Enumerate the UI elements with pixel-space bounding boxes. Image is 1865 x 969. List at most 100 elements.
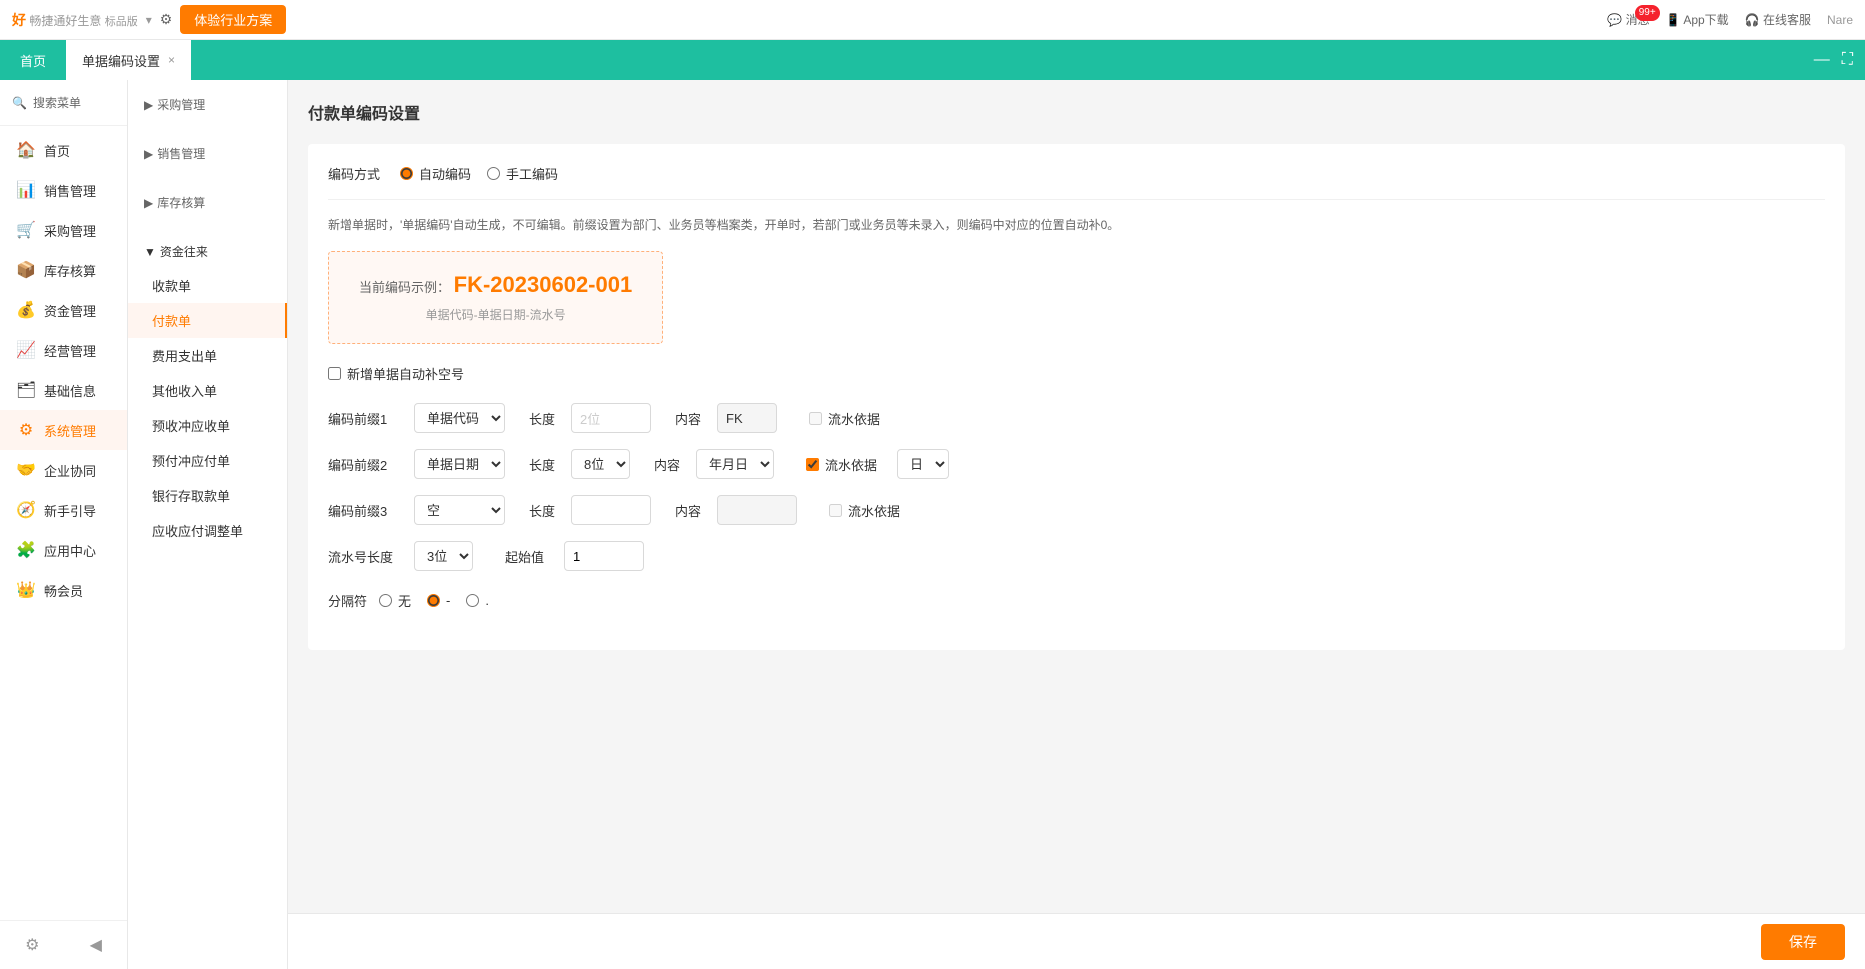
prefix2-serial-follow[interactable]: 流水依据 bbox=[806, 455, 877, 474]
app-icon: 📱 bbox=[1666, 13, 1681, 27]
second-nav-item-feiyong[interactable]: 费用支出单 bbox=[128, 338, 287, 373]
auto-fill-row[interactable]: 新增单据自动补空号 bbox=[328, 364, 1825, 383]
sidebar-item-label: 应用中心 bbox=[44, 541, 96, 560]
second-nav-item-yingshou[interactable]: 应收应付调整单 bbox=[128, 513, 287, 548]
footer: 保存 bbox=[288, 913, 1865, 969]
sidebar-item-inventory[interactable]: 📦 库存核算 bbox=[0, 250, 127, 290]
basic-icon: 🗂 bbox=[16, 380, 36, 400]
sidebar-item-basic[interactable]: 🗂 基础信息 bbox=[0, 370, 127, 410]
second-nav-item-yushou[interactable]: 预收冲应收单 bbox=[128, 408, 287, 443]
main-layout: 🔍 搜索菜单 🏠 首页 📊 销售管理 🛒 采购管理 📦 库存核算 💰 bbox=[0, 80, 1865, 969]
system-icon: ⚙ bbox=[16, 420, 36, 440]
sidebar-item-label: 库存核算 bbox=[44, 261, 96, 280]
collapse-icon[interactable]: ◀ bbox=[84, 929, 108, 961]
message-badge-wrap[interactable]: 💬 消息 99+ bbox=[1607, 11, 1649, 28]
enterprise-icon: 🤝 bbox=[16, 460, 36, 480]
sidebar-item-purchase[interactable]: 🛒 采购管理 bbox=[0, 210, 127, 250]
prefix2-serial-label: 流水依据 bbox=[825, 455, 877, 474]
start-value-input[interactable] bbox=[564, 541, 644, 571]
sidebar-item-home[interactable]: 🏠 首页 bbox=[0, 130, 127, 170]
sidebar-item-label: 资金管理 bbox=[44, 301, 96, 320]
encoding-method-label: 编码方式 bbox=[328, 164, 380, 183]
prefix1-serial-label: 流水依据 bbox=[828, 409, 880, 428]
user-avatar[interactable]: Nare bbox=[1827, 13, 1853, 27]
industry-btn[interactable]: 体验行业方案 bbox=[180, 5, 286, 34]
manual-encode-option[interactable]: 手工编码 bbox=[487, 164, 558, 183]
save-button[interactable]: 保存 bbox=[1761, 924, 1845, 960]
sidebar-search[interactable]: 🔍 搜索菜单 bbox=[0, 88, 127, 117]
tab-close-btn[interactable]: × bbox=[168, 53, 175, 67]
auto-encode-label: 自动编码 bbox=[419, 164, 471, 183]
dropdown-arrow-icon[interactable]: ▾ bbox=[146, 13, 152, 27]
maximize-icon[interactable]: ⛶ bbox=[1842, 51, 1853, 69]
home-icon: 🏠 bbox=[16, 140, 36, 160]
start-value-label: 起始值 bbox=[505, 547, 544, 566]
content-label2: 内容 bbox=[654, 455, 680, 474]
group-finance-flow: ▼ 资金往来 收款单 付款单 费用支出单 其他收入单 预收冲应收单 预付冲应付单… bbox=[128, 227, 287, 556]
online-service[interactable]: 🎧 在线客服 bbox=[1745, 11, 1811, 28]
length-label3: 长度 bbox=[529, 501, 555, 520]
sidebar-item-vip[interactable]: 👑 畅会员 bbox=[0, 570, 127, 610]
separator-dot-option[interactable]: . bbox=[466, 593, 489, 608]
prefix1-content-display: FK bbox=[717, 403, 777, 433]
second-nav-item-yinhang[interactable]: 银行存取款单 bbox=[128, 478, 287, 513]
auto-encode-option[interactable]: 自动编码 bbox=[400, 164, 471, 183]
serial-length-select[interactable]: 3位 4位 5位 6位 bbox=[414, 541, 473, 571]
sidebar-item-guide[interactable]: 🧭 新手引导 bbox=[0, 490, 127, 530]
sidebar-item-label: 畅会员 bbox=[44, 581, 83, 600]
manual-encode-label: 手工编码 bbox=[506, 164, 558, 183]
prefix1-length-display: 2位 bbox=[571, 403, 651, 433]
group-inventory: ▶ 库存核算 bbox=[128, 178, 287, 227]
sidebar-item-label: 采购管理 bbox=[44, 221, 96, 240]
prefix2-select[interactable]: 单据日期 部门 业务员 空 bbox=[414, 449, 505, 479]
separator-dot-radio[interactable] bbox=[466, 594, 479, 607]
sidebar-item-system[interactable]: ⚙ 系统管理 bbox=[0, 410, 127, 450]
prefix2-length-select[interactable]: 8位 4位 6位 bbox=[571, 449, 630, 479]
sidebar-item-finance[interactable]: 💰 资金管理 bbox=[0, 290, 127, 330]
tab-active[interactable]: 单据编码设置 × bbox=[66, 40, 191, 80]
sidebar-item-label: 经营管理 bbox=[44, 341, 96, 360]
second-nav-item-yufu[interactable]: 预付冲应付单 bbox=[128, 443, 287, 478]
group-inventory-title[interactable]: ▶ 库存核算 bbox=[128, 186, 287, 219]
tab-home[interactable]: 首页 bbox=[0, 40, 66, 80]
sidebar-item-label: 销售管理 bbox=[44, 181, 96, 200]
separator-none-option[interactable]: 无 bbox=[379, 591, 411, 610]
settings-panel: 编码方式 自动编码 手工编码 新增单据时，'单据编码'自动生成，不可编辑。前缀设… bbox=[308, 144, 1845, 650]
prefix3-select[interactable]: 空 单据代码 部门 业务员 bbox=[414, 495, 505, 525]
settings-bottom-icon[interactable]: ⚙ bbox=[19, 929, 45, 961]
auto-fill-checkbox[interactable] bbox=[328, 367, 341, 380]
chevron-right-icon: ▶ bbox=[144, 147, 153, 161]
tabbar-right: — ⛶ bbox=[1814, 51, 1865, 69]
group-sales: ▶ 销售管理 bbox=[128, 129, 287, 178]
auto-encode-radio[interactable] bbox=[400, 167, 413, 180]
prefix2-period-select[interactable]: 日 月 年 bbox=[897, 449, 949, 479]
prefix1-select[interactable]: 单据代码 部门 业务员 空 bbox=[414, 403, 505, 433]
sidebar-item-sales[interactable]: 📊 销售管理 bbox=[0, 170, 127, 210]
headset-icon: 🎧 bbox=[1745, 13, 1760, 27]
sidebar-item-app-center[interactable]: 🧩 应用中心 bbox=[0, 530, 127, 570]
separator-dash-option[interactable]: - bbox=[427, 593, 450, 608]
prefix2-serial-checkbox[interactable] bbox=[806, 458, 819, 471]
manual-encode-radio[interactable] bbox=[487, 167, 500, 180]
prefix1-serial-follow[interactable]: 流水依据 bbox=[809, 409, 880, 428]
separator-dash-radio[interactable] bbox=[427, 594, 440, 607]
second-nav-item-qita[interactable]: 其他收入单 bbox=[128, 373, 287, 408]
group-sales-title[interactable]: ▶ 销售管理 bbox=[128, 137, 287, 170]
length-label2: 长度 bbox=[529, 455, 555, 474]
second-nav-item-fukuan[interactable]: 付款单 bbox=[128, 303, 287, 338]
sidebar-item-enterprise[interactable]: 🤝 企业协同 bbox=[0, 450, 127, 490]
sidebar-top: 🔍 搜索菜单 bbox=[0, 80, 127, 126]
prefix2-content-select[interactable]: 年月日 年月 年 bbox=[696, 449, 774, 479]
app-download[interactable]: 📱 App下载 bbox=[1666, 11, 1729, 28]
serial-row: 流水号长度 3位 4位 5位 6位 起始值 bbox=[328, 541, 1825, 571]
purchase-icon: 🛒 bbox=[16, 220, 36, 240]
group-label: 销售管理 bbox=[157, 145, 205, 162]
sidebar-item-operations[interactable]: 📈 经营管理 bbox=[0, 330, 127, 370]
separator-none-radio[interactable] bbox=[379, 594, 392, 607]
group-finance-title[interactable]: ▼ 资金往来 bbox=[128, 235, 287, 268]
minimize-icon[interactable]: — bbox=[1814, 51, 1830, 69]
group-purchase-title[interactable]: ▶ 采购管理 bbox=[128, 88, 287, 121]
second-nav-item-shoukuan[interactable]: 收款单 bbox=[128, 268, 287, 303]
settings-icon[interactable]: ⚙ bbox=[160, 11, 173, 28]
prefix3-serial-follow[interactable]: 流水依据 bbox=[829, 501, 900, 520]
